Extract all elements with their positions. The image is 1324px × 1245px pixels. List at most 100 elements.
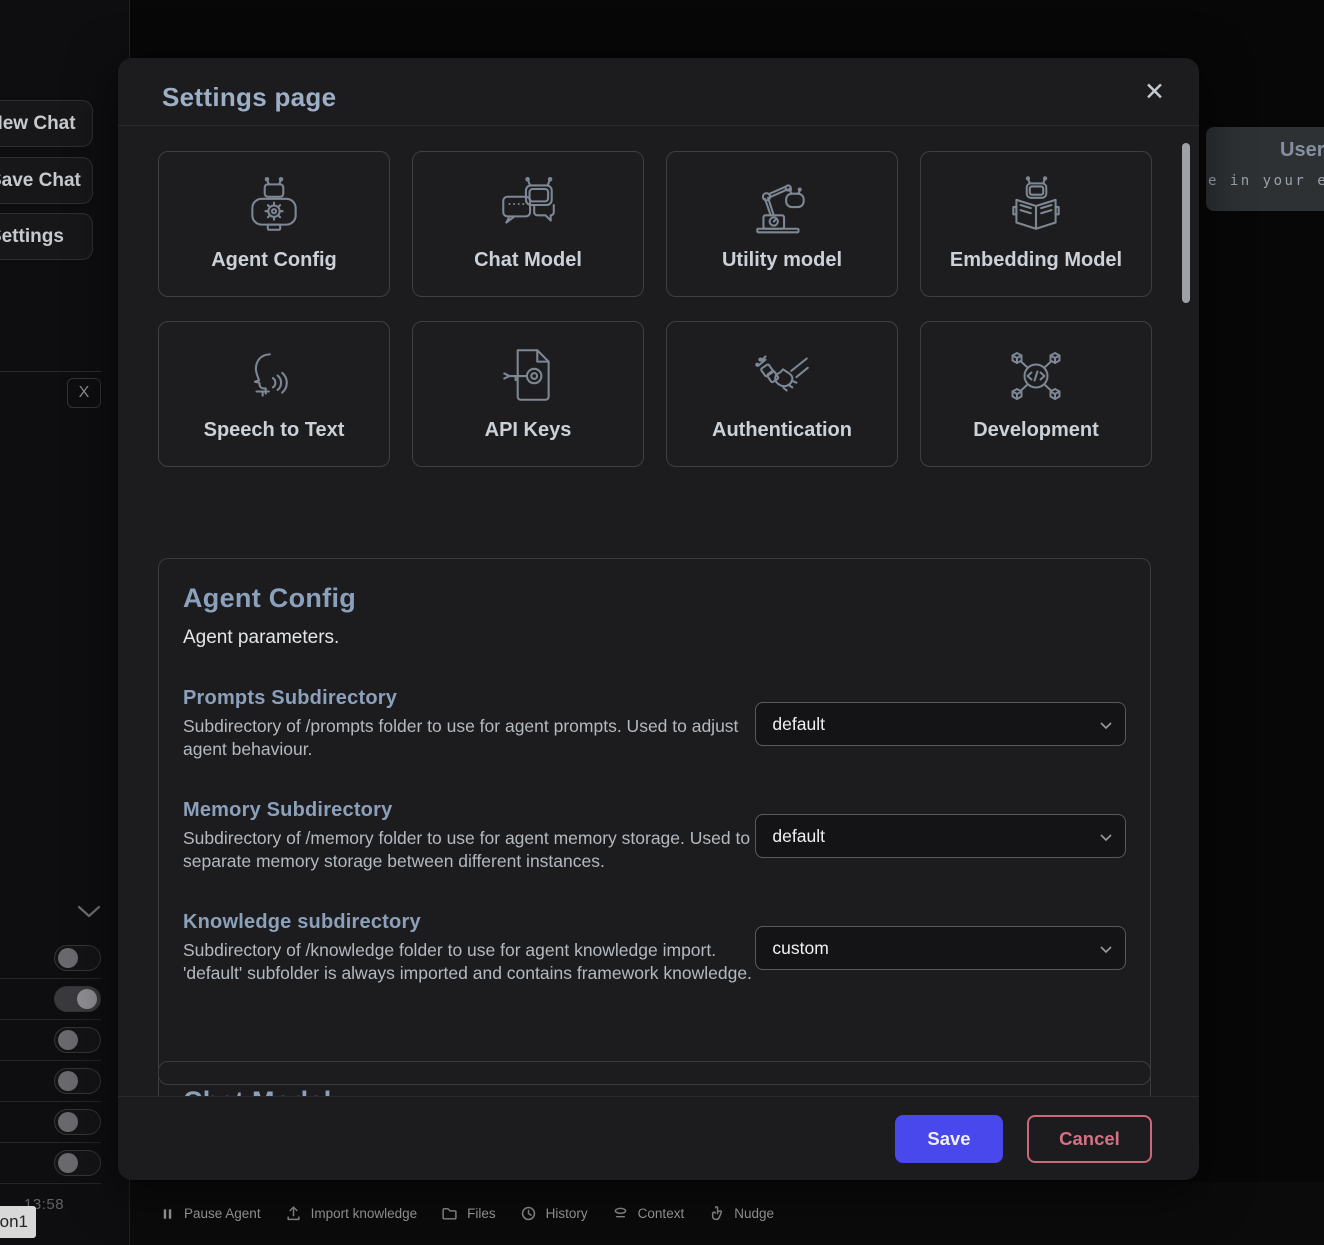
sidebar-toggle-6[interactable] bbox=[54, 1150, 101, 1176]
history-button[interactable]: History bbox=[520, 1205, 588, 1222]
select-value: custom bbox=[772, 937, 829, 958]
toolbar-label: History bbox=[545, 1206, 588, 1221]
sidebar-toggle-list bbox=[0, 938, 101, 1184]
settings-tab-agent-config[interactable]: Agent Config bbox=[158, 151, 390, 297]
settings-tab-development[interactable]: Development bbox=[920, 321, 1152, 467]
select-value: default bbox=[772, 825, 825, 846]
chat-message-bubble: User e in your en bbox=[1206, 127, 1324, 211]
select-value: default bbox=[772, 713, 825, 734]
settings-tab-speech-to-text[interactable]: Speech to Text bbox=[158, 321, 390, 467]
settings-tab-authentication[interactable]: Authentication bbox=[666, 321, 898, 467]
chevron-down-icon bbox=[1100, 834, 1112, 842]
toggle-knob bbox=[77, 989, 97, 1009]
pause-icon bbox=[163, 1208, 172, 1219]
sidebar-toggle-5[interactable] bbox=[54, 1109, 101, 1135]
modal-scroll-area: Agent Config Chat Model Utility model Em… bbox=[118, 125, 1199, 1097]
key-document-icon bbox=[495, 346, 561, 409]
tooltip-text: on1 bbox=[0, 1212, 28, 1231]
tab-label: Authentication bbox=[712, 419, 852, 441]
sidebar-toggle-2[interactable] bbox=[54, 986, 101, 1012]
toggle-row bbox=[0, 938, 101, 979]
section-title: Chat Model bbox=[183, 1086, 1126, 1096]
section-title: Agent Config bbox=[183, 583, 357, 613]
section-subtitle: Agent parameters. bbox=[183, 627, 340, 648]
toggle-row bbox=[0, 1143, 101, 1184]
sidebar-toggle-4[interactable] bbox=[54, 1068, 101, 1094]
field-text: Knowledge subdirectory Subdirectory of /… bbox=[183, 911, 755, 985]
handshake-icon bbox=[749, 346, 815, 409]
chat-model-section: Chat Model bbox=[158, 1061, 1151, 1096]
field-text: Memory Subdirectory Subdirectory of /mem… bbox=[183, 799, 755, 873]
toggle-knob bbox=[58, 1030, 78, 1050]
folder-icon bbox=[442, 1207, 457, 1220]
field-memory-subdirectory: Memory Subdirectory Subdirectory of /mem… bbox=[183, 799, 1126, 873]
toolbar-label: Files bbox=[467, 1206, 496, 1221]
files-button[interactable]: Files bbox=[441, 1205, 496, 1222]
robot-book-icon-card[interactable]: Embedding Model bbox=[920, 151, 1152, 297]
close-icon[interactable]: ✕ bbox=[1144, 80, 1165, 105]
tab-label: Utility model bbox=[721, 249, 842, 271]
chevron-down-icon bbox=[1100, 946, 1112, 954]
agent-config-section: Agent Config Agent parameters. Prompts S… bbox=[158, 558, 1151, 1085]
toggle-row bbox=[0, 1061, 101, 1102]
knowledge-subdirectory-select[interactable]: custom bbox=[755, 926, 1126, 970]
save-chat-label: Save Chat bbox=[0, 169, 81, 191]
sidebar-close-button[interactable]: X bbox=[67, 378, 101, 408]
toolbar-label: Pause Agent bbox=[184, 1206, 261, 1221]
nudge-button[interactable]: Nudge bbox=[708, 1205, 774, 1222]
settings-label: Settings bbox=[0, 225, 64, 247]
new-chat-button[interactable]: New Chat bbox=[0, 100, 93, 147]
toggle-knob bbox=[58, 1071, 78, 1091]
nudge-hand-icon bbox=[712, 1206, 723, 1221]
modal-footer: Save Cancel bbox=[118, 1097, 1199, 1180]
field-prompts-subdirectory: Prompts Subdirectory Subdirectory of /pr… bbox=[183, 687, 1126, 761]
sidebar-toggle-1[interactable] bbox=[54, 945, 101, 971]
tab-label: API Keys bbox=[484, 419, 572, 441]
settings-tab-chat-model[interactable]: Chat Model bbox=[412, 151, 644, 297]
field-text: Prompts Subdirectory Subdirectory of /pr… bbox=[183, 687, 755, 761]
speech-icon bbox=[241, 346, 307, 409]
toolbar-label: Import knowledge bbox=[310, 1206, 418, 1221]
toggle-knob bbox=[58, 1112, 78, 1132]
modal-title: Settings page bbox=[162, 82, 337, 112]
save-button[interactable]: Save bbox=[895, 1114, 1003, 1163]
field-description: Subdirectory of /knowledge folder to use… bbox=[183, 940, 752, 983]
sidebar-toggle-3[interactable] bbox=[54, 1027, 101, 1053]
settings-nav-grid: Agent Config Chat Model Utility model Em… bbox=[158, 151, 1152, 467]
toolbar-label: Context bbox=[637, 1206, 685, 1221]
field-description: Subdirectory of /memory folder to use fo… bbox=[183, 828, 751, 871]
toggle-knob bbox=[58, 1153, 78, 1173]
settings-tab-api-keys[interactable]: API Keys bbox=[412, 321, 644, 467]
settings-tab-utility-model[interactable]: Utility model bbox=[666, 151, 898, 297]
field-knowledge-subdirectory: Knowledge subdirectory Subdirectory of /… bbox=[183, 911, 1126, 985]
scrollbar-thumb[interactable] bbox=[1182, 143, 1190, 303]
prompts-subdirectory-select[interactable]: default bbox=[755, 702, 1126, 746]
chevron-down-icon bbox=[1100, 722, 1112, 730]
robot-book-icon bbox=[1003, 176, 1069, 239]
tab-label: Development bbox=[973, 419, 1099, 441]
tab-label: Agent Config bbox=[211, 249, 337, 271]
import-knowledge-button[interactable]: Import knowledge bbox=[285, 1205, 418, 1222]
memory-subdirectory-select[interactable]: default bbox=[755, 814, 1126, 858]
bottom-toolbar: Pause Agent Import knowledge Files Histo… bbox=[130, 1182, 1324, 1245]
chevron-down-icon[interactable] bbox=[76, 904, 102, 925]
tab-label: Chat Model bbox=[474, 249, 582, 271]
robot-config-icon bbox=[241, 176, 307, 239]
sidebar-close-label: X bbox=[78, 384, 90, 401]
toggle-row bbox=[0, 1020, 101, 1061]
toggle-row bbox=[0, 1102, 101, 1143]
robot-arm-icon bbox=[749, 176, 815, 239]
settings-modal: Settings page ✕ Agent Config Chat Model … bbox=[118, 58, 1199, 1180]
tab-label: Embedding Model bbox=[949, 249, 1123, 271]
chat-model-icon bbox=[495, 176, 561, 239]
toggle-knob bbox=[58, 948, 78, 968]
chat-message-fragment: e in your en bbox=[1208, 173, 1324, 189]
save-chat-button[interactable]: Save Chat bbox=[0, 157, 93, 204]
settings-button[interactable]: ⚙ Settings bbox=[0, 213, 93, 260]
tooltip: on1 bbox=[0, 1206, 36, 1238]
pause-agent-button[interactable]: Pause Agent bbox=[160, 1206, 261, 1222]
field-label: Prompts Subdirectory bbox=[183, 687, 398, 709]
cancel-button[interactable]: Cancel bbox=[1027, 1114, 1152, 1163]
context-button[interactable]: Context bbox=[612, 1205, 685, 1222]
chat-user-heading: User bbox=[1280, 139, 1324, 161]
